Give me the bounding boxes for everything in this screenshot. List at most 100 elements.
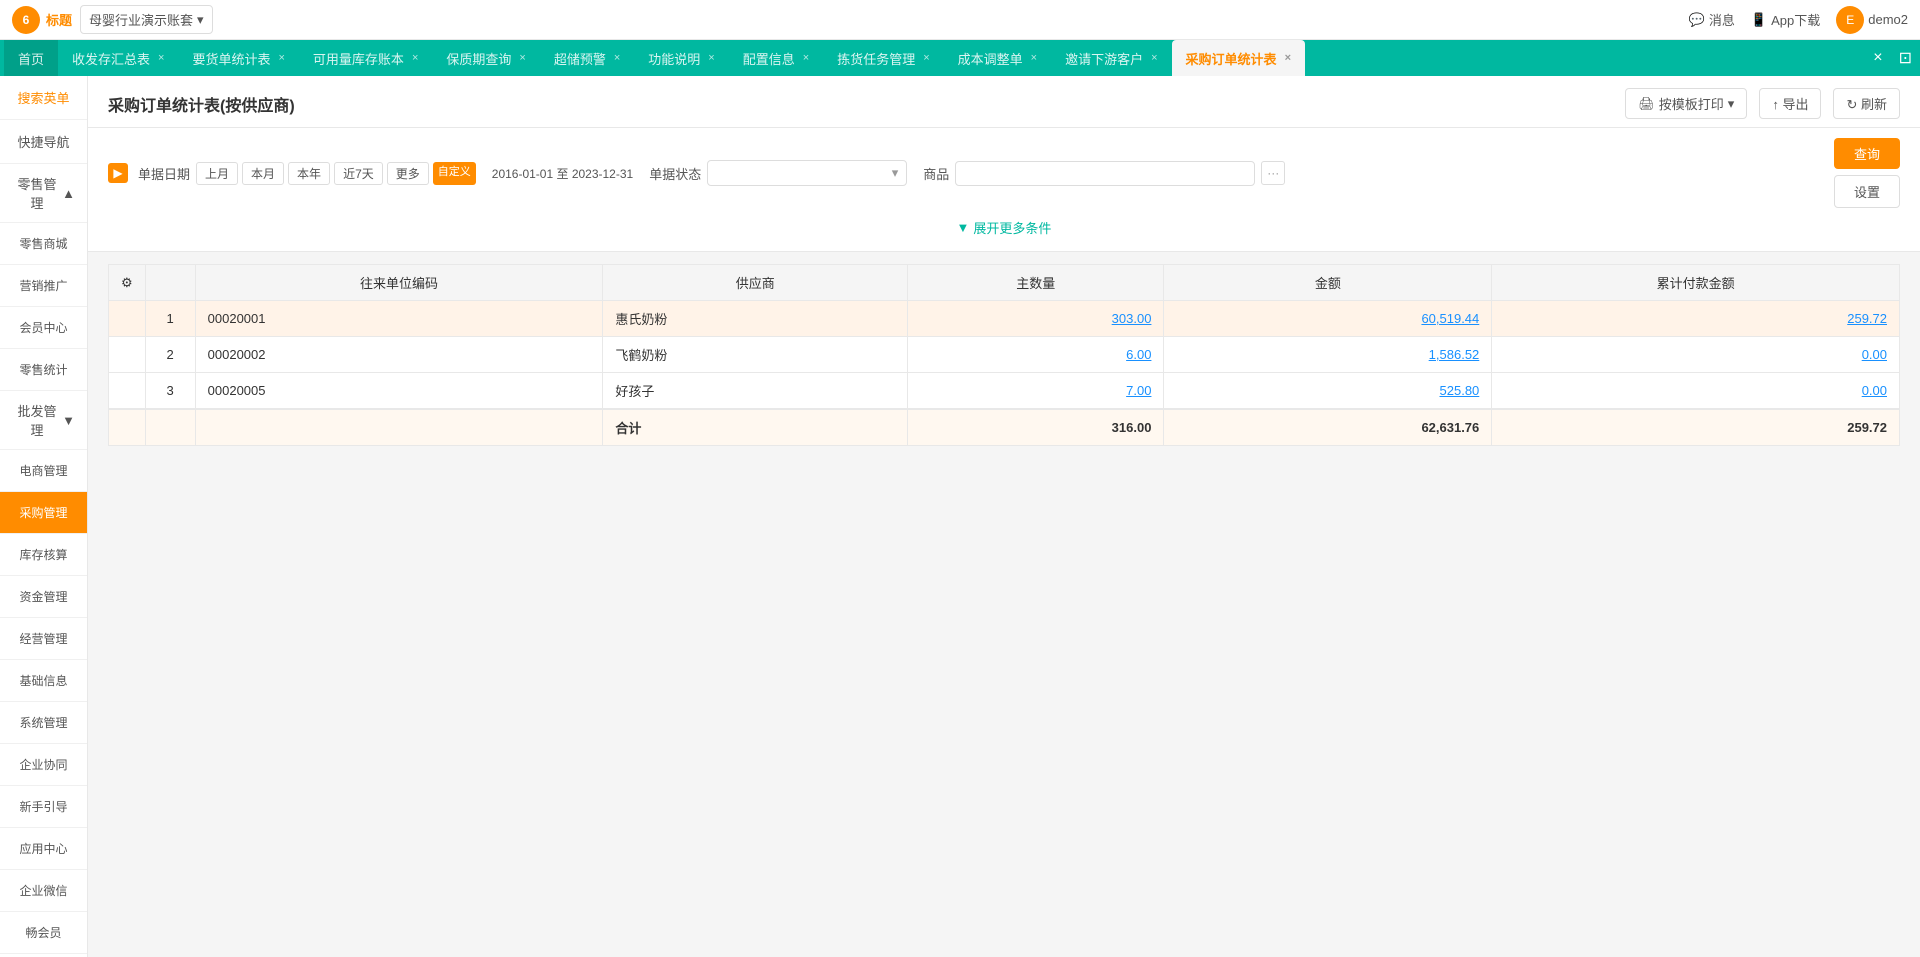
sidebar-item-retail-shop[interactable]: 零售商城 bbox=[0, 223, 87, 265]
sidebar-item-member2[interactable]: 畅会员 bbox=[0, 912, 87, 954]
sidebar-item-operation[interactable]: 经营管理 bbox=[0, 618, 87, 660]
expand-arrow-icon[interactable]: ▶ bbox=[108, 163, 128, 183]
retail-label: 零售管理 bbox=[12, 174, 62, 212]
sidebar-item-ecommerce[interactable]: 电商管理 bbox=[0, 450, 87, 492]
sidebar-item-finance[interactable]: 资金管理 bbox=[0, 576, 87, 618]
sidebar-item-wholesale[interactable]: 批发管理 ▼ bbox=[0, 391, 87, 450]
app-download-btn[interactable]: 📱 App下载 bbox=[1751, 10, 1820, 29]
sidebar-item-basic[interactable]: 基础信息 bbox=[0, 660, 87, 702]
goods-input[interactable] bbox=[955, 161, 1255, 186]
col-supplier-code-header: 往来单位编码 bbox=[195, 265, 603, 301]
filter-section: ▶ 单据日期 上月 本月 本年 近7天 更多 自定义 bbox=[88, 128, 1920, 252]
sidebar-item-retail[interactable]: 零售管理 ▲ bbox=[0, 164, 87, 223]
tab-chaoju[interactable]: 超储预警 × bbox=[540, 40, 634, 76]
tab-shoufacun[interactable]: 收发存汇总表 × bbox=[58, 40, 178, 76]
row-settings[interactable] bbox=[109, 373, 146, 410]
settings-btn[interactable]: 设置 bbox=[1834, 175, 1900, 208]
tab-jianhuo[interactable]: 拣货任务管理 × bbox=[823, 40, 943, 76]
sidebar-item-retail-stats[interactable]: 零售统计 bbox=[0, 349, 87, 391]
close-icon[interactable]: × bbox=[708, 52, 714, 64]
col-paid-header: 累计付款金额 bbox=[1492, 265, 1900, 301]
col-settings-header[interactable]: ⚙ bbox=[109, 265, 146, 301]
sidebar-item-quicknav[interactable]: 快捷导航 bbox=[0, 120, 87, 164]
expand-more-btn[interactable]: ▼ 展开更多条件 bbox=[957, 218, 1052, 237]
col-no-header bbox=[145, 265, 195, 301]
date-btn-this-month[interactable]: 本月 bbox=[242, 162, 284, 185]
message-btn[interactable]: 💬 消息 bbox=[1689, 10, 1735, 29]
tab-home-label: 首页 bbox=[18, 49, 44, 68]
export-btn[interactable]: ↑ 导出 bbox=[1759, 88, 1821, 119]
user-avatar[interactable]: E demo2 bbox=[1836, 6, 1908, 34]
refresh-btn[interactable]: ↻ 刷新 bbox=[1833, 88, 1900, 119]
row-settings[interactable] bbox=[109, 337, 146, 373]
date-btn-7days[interactable]: 近7天 bbox=[334, 162, 383, 185]
tab-label: 要货单统计表 bbox=[192, 49, 270, 68]
status-select[interactable]: ▾ bbox=[707, 160, 907, 186]
quantity-link[interactable]: 6.00 bbox=[1126, 347, 1151, 362]
sidebar-item-member[interactable]: 会员中心 bbox=[0, 307, 87, 349]
close-icon[interactable]: × bbox=[803, 52, 809, 64]
query-btn[interactable]: 查询 bbox=[1834, 138, 1900, 169]
amount-link[interactable]: 525.80 bbox=[1440, 383, 1480, 398]
sidebar-item-wechat[interactable]: 企业微信 bbox=[0, 870, 87, 912]
close-icon[interactable]: × bbox=[614, 52, 620, 64]
paid-link[interactable]: 0.00 bbox=[1862, 383, 1887, 398]
table-row[interactable]: 3 00020005 好孩子 7.00 525.80 0.00 bbox=[109, 373, 1900, 410]
nav-close-btn[interactable]: × bbox=[1869, 45, 1886, 71]
tab-peizhi[interactable]: 配置信息 × bbox=[729, 40, 823, 76]
tab-keyongliang[interactable]: 可用量库存账本 × bbox=[299, 40, 432, 76]
nav-expand-btn[interactable]: ⊡ bbox=[1895, 44, 1916, 72]
date-range-text: 2016-01-01 至 2023-12-31 bbox=[492, 165, 633, 182]
row-quantity: 7.00 bbox=[908, 373, 1164, 410]
date-btn-last-month[interactable]: 上月 bbox=[196, 162, 238, 185]
amount-link[interactable]: 1,586.52 bbox=[1429, 347, 1480, 362]
table-row[interactable]: 1 00020001 惠氏奶粉 303.00 60,519.44 259.72 bbox=[109, 301, 1900, 337]
sidebar-item-newguide[interactable]: 新手引导 bbox=[0, 786, 87, 828]
tab-chengben[interactable]: 成本调整单 × bbox=[944, 40, 1051, 76]
tab-label: 保质期查询 bbox=[446, 49, 511, 68]
date-btn-more[interactable]: 更多 bbox=[387, 162, 429, 185]
table-row[interactable]: 2 00020002 飞鹤奶粉 6.00 1,586.52 0.00 bbox=[109, 337, 1900, 373]
custom-tag: 自定义 bbox=[433, 162, 476, 185]
quantity-link[interactable]: 7.00 bbox=[1126, 383, 1151, 398]
row-supplier-code: 00020005 bbox=[195, 373, 603, 410]
tab-home[interactable]: 首页 bbox=[4, 40, 58, 76]
workspace-selector[interactable]: 母婴行业演示账套 ▾ bbox=[80, 5, 213, 34]
date-btn-this-year[interactable]: 本年 bbox=[288, 162, 330, 185]
tab-yaoqing[interactable]: 邀请下游客户 × bbox=[1051, 40, 1171, 76]
close-icon[interactable]: × bbox=[923, 52, 929, 64]
goods-ellipsis-btn[interactable]: ··· bbox=[1261, 161, 1285, 185]
amount-link[interactable]: 60,519.44 bbox=[1421, 311, 1479, 326]
sidebar-item-inventory[interactable]: 库存核算 bbox=[0, 534, 87, 576]
settings-icon: ⚙ bbox=[121, 275, 133, 290]
close-icon[interactable]: × bbox=[1151, 52, 1157, 64]
date-shortcuts: 上月 本月 本年 近7天 更多 自定义 bbox=[196, 162, 476, 185]
tab-gongneng[interactable]: 功能说明 × bbox=[634, 40, 728, 76]
sidebar-item-marketing[interactable]: 营销推广 bbox=[0, 265, 87, 307]
top-bar: 6 标题 母婴行业演示账套 ▾ 💬 消息 📱 App下载 E demo2 bbox=[0, 0, 1920, 40]
sidebar-item-search[interactable]: 搜索英单 bbox=[0, 76, 87, 120]
quantity-link[interactable]: 303.00 bbox=[1112, 311, 1152, 326]
row-supplier-name: 好孩子 bbox=[603, 373, 908, 410]
tab-yaohuo[interactable]: 要货单统计表 × bbox=[178, 40, 298, 76]
tab-label: 采购订单统计表 bbox=[1186, 49, 1277, 68]
paid-link[interactable]: 259.72 bbox=[1847, 311, 1887, 326]
paid-link[interactable]: 0.00 bbox=[1862, 347, 1887, 362]
sidebar-item-appcenter[interactable]: 应用中心 bbox=[0, 828, 87, 870]
template-print-btn[interactable]: 🖨 按模板打印 ▾ bbox=[1625, 88, 1747, 119]
close-icon[interactable]: × bbox=[519, 52, 525, 64]
sidebar-item-system[interactable]: 系统管理 bbox=[0, 702, 87, 744]
close-icon[interactable]: × bbox=[412, 52, 418, 64]
filter-expand-icon[interactable]: ▶ bbox=[108, 163, 128, 183]
row-settings[interactable] bbox=[109, 301, 146, 337]
sidebar-item-cooperation[interactable]: 企业协同 bbox=[0, 744, 87, 786]
close-icon[interactable]: × bbox=[278, 52, 284, 64]
tab-baozhi[interactable]: 保质期查询 × bbox=[432, 40, 539, 76]
close-icon[interactable]: × bbox=[158, 52, 164, 64]
close-icon[interactable]: × bbox=[1031, 52, 1037, 64]
tab-caigou-active[interactable]: 采购订单统计表 × bbox=[1172, 40, 1305, 76]
close-icon[interactable]: × bbox=[1285, 52, 1291, 64]
sidebar-item-purchase[interactable]: 采购管理 bbox=[0, 492, 87, 534]
page-header-actions: 🖨 按模板打印 ▾ ↑ 导出 ↻ 刷新 bbox=[1625, 88, 1900, 119]
tab-label: 可用量库存账本 bbox=[313, 49, 404, 68]
